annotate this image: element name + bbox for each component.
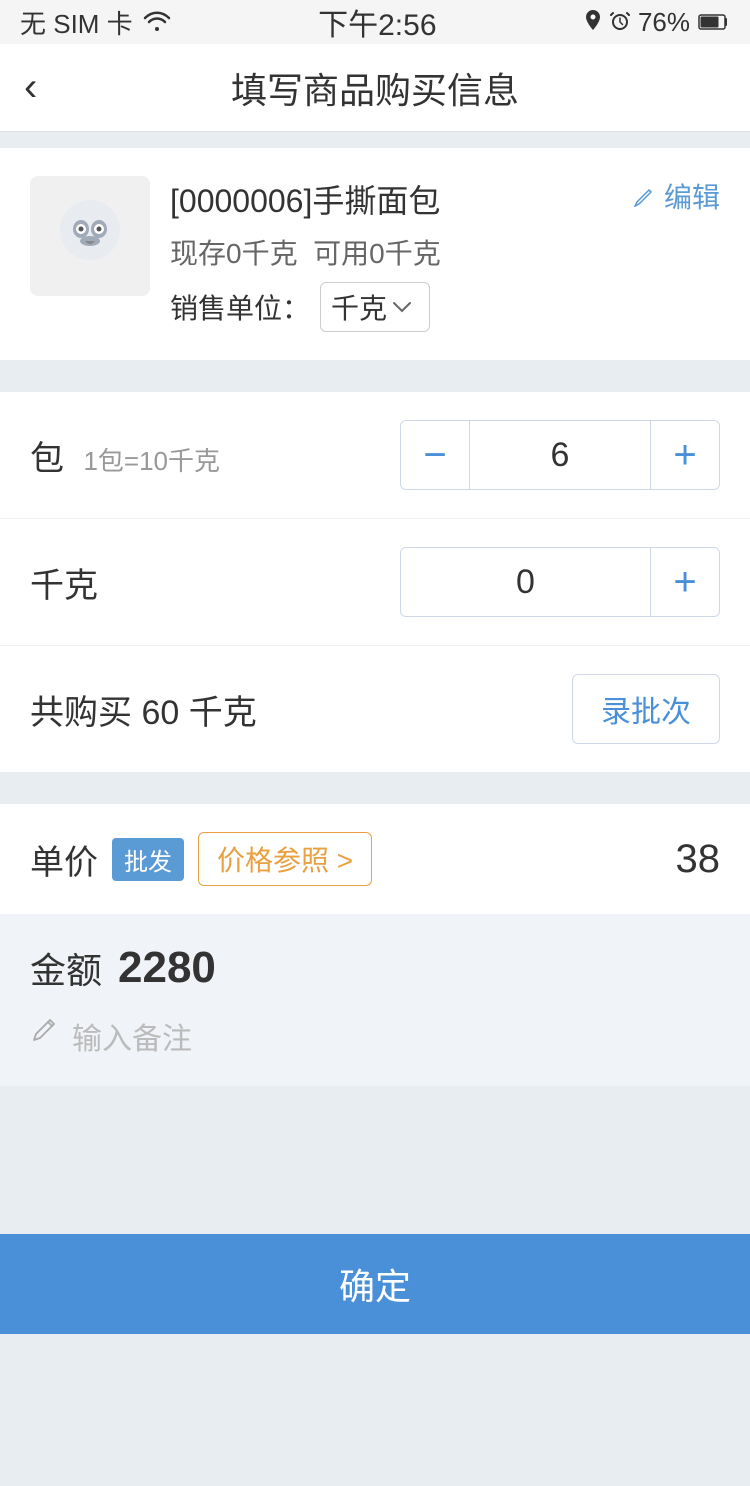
bag-minus-button[interactable]: − [400,420,470,490]
confirm-button[interactable]: 确定 [0,1234,750,1334]
price-label: 单价 批发 价格参照 > [30,832,372,886]
kg-qty-input[interactable] [400,547,650,617]
bag-label: 包 1包=10千克 [30,431,400,480]
pencil-icon [30,1018,58,1054]
divider-1 [0,360,750,376]
product-unit-row: 销售单位： 千克 [170,282,720,332]
back-button[interactable]: ‹ [24,65,37,110]
amount-row: 金额 2280 [30,942,720,994]
kg-label: 千克 [30,558,400,607]
status-bar: 无 SIM 卡 下午2:56 [0,0,750,44]
total-text: 共购买 60 千克 [30,685,257,734]
product-stock: 现存0千克 可用0千克 [170,232,720,272]
edit-button[interactable]: 编辑 [634,176,720,216]
remark-row[interactable]: 输入备注 [30,1014,720,1058]
price-row: 单价 批发 价格参照 > 38 [30,832,720,886]
confirm-btn-container: 确定 [0,1234,750,1334]
price-section: 单价 批发 价格参照 > 38 [0,804,750,914]
carrier-text: 无 SIM 卡 [20,4,133,41]
battery-icon [698,7,730,38]
batch-button[interactable]: 录批次 [572,674,720,744]
amount-label: 金额 [30,942,102,994]
product-header: [0000006]手撕面包 编辑 [170,176,720,222]
qty-section: 包 1包=10千克 − + 千克 + [0,392,750,646]
battery-text: 76% [638,7,690,38]
status-bar-right: 76% [584,7,730,38]
location-icon [584,7,602,38]
page-title: 填写商品购买信息 [231,62,519,114]
nav-bar: ‹ 填写商品购买信息 [0,44,750,132]
price-tag: 批发 [112,838,184,881]
total-row: 共购买 60 千克 录批次 [0,646,750,772]
remark-placeholder[interactable]: 输入备注 [72,1014,192,1058]
product-card: [0000006]手撕面包 编辑 现存0千克 可用0千克 销售单位： 千克 [0,148,750,360]
product-info: [0000006]手撕面包 编辑 现存0千克 可用0千克 销售单位： 千克 [170,176,720,332]
product-name: [0000006]手撕面包 [170,176,440,222]
status-bar-time: 下午2:56 [318,0,436,44]
price-value: 38 [676,837,721,882]
kg-qty-controls: + [400,547,720,617]
bag-qty-input[interactable] [470,420,650,490]
product-owl-logo [55,195,125,277]
bag-qty-row: 包 1包=10千克 − + [0,392,750,519]
wifi-icon [143,7,171,38]
unit-selector[interactable]: 千克 [320,282,430,332]
bag-plus-button[interactable]: + [650,420,720,490]
amount-section: 金额 2280 输入备注 [0,914,750,1086]
bag-qty-controls: − + [400,420,720,490]
alarm-icon [610,7,630,38]
product-image [30,176,150,296]
price-ref-button[interactable]: 价格参照 > [198,832,372,886]
divider-2 [0,772,750,788]
kg-qty-row: 千克 + [0,519,750,646]
kg-plus-button[interactable]: + [650,547,720,617]
amount-value: 2280 [118,943,216,993]
bag-sub-label: 1包=10千克 [83,446,220,476]
status-bar-left: 无 SIM 卡 [20,4,171,41]
